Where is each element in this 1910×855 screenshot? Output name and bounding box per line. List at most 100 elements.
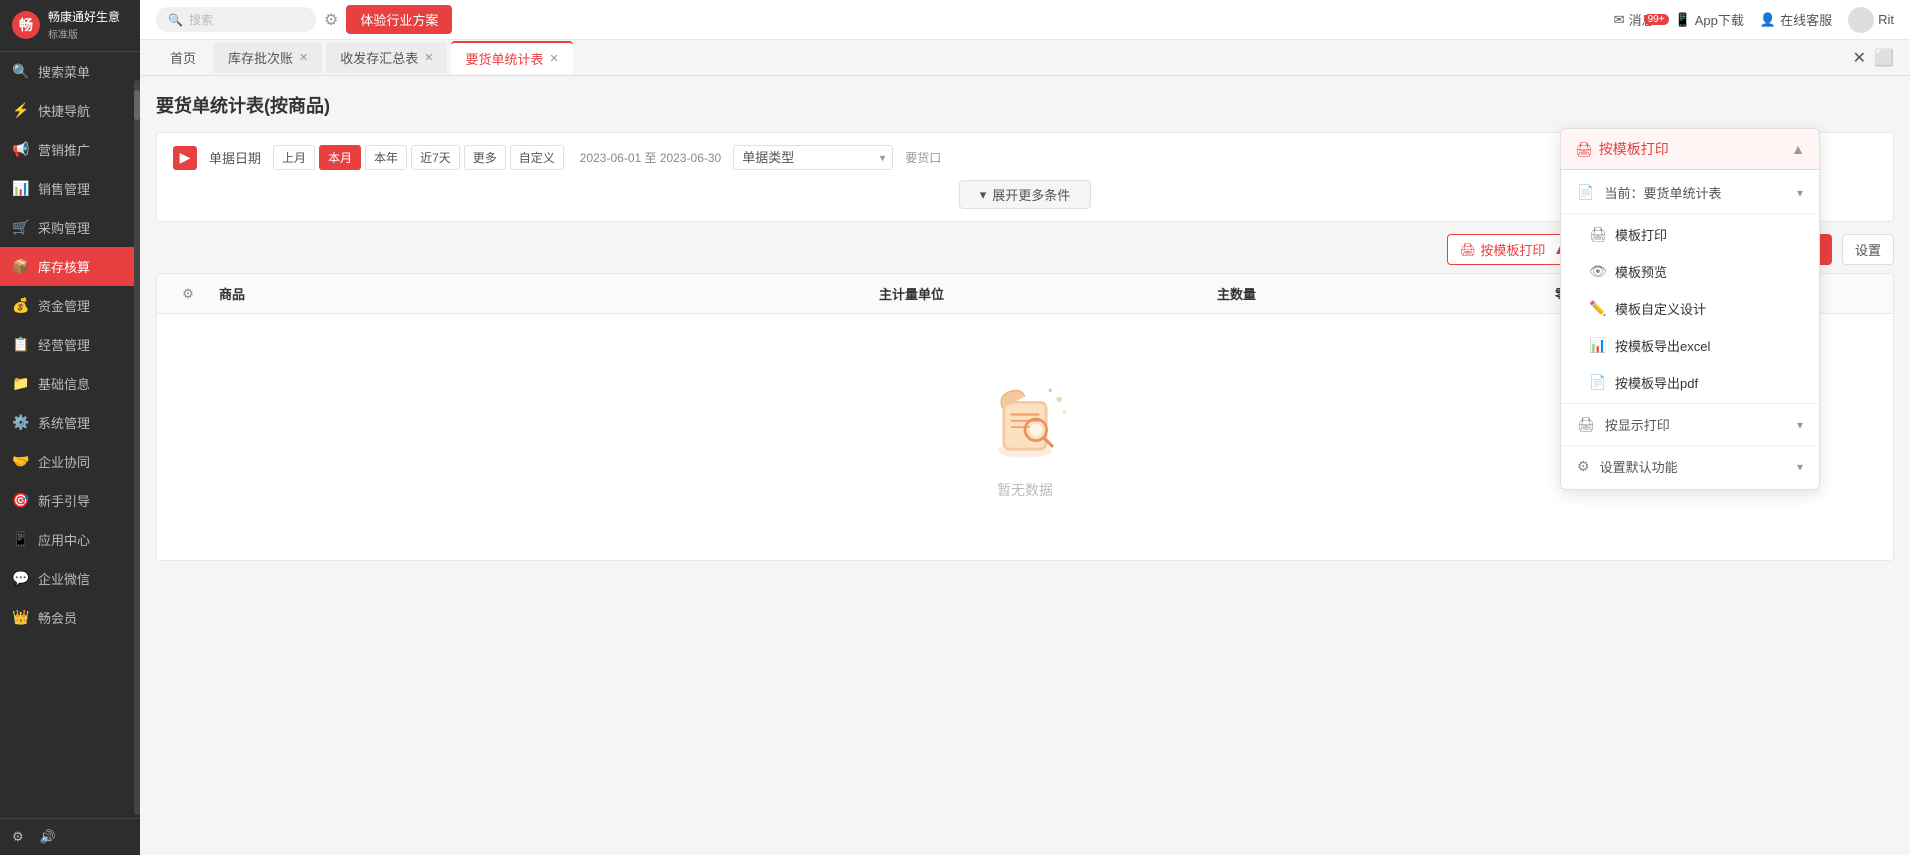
col-settings[interactable]: ⚙	[173, 286, 203, 302]
message-icon: ✉	[1614, 12, 1625, 28]
tab-inventory-batch-close[interactable]: ✕	[299, 51, 308, 64]
sidebar-item-search[interactable]: 🔍 搜索菜单	[0, 52, 140, 91]
tab-receipts-summary[interactable]: 收发存汇总表 ✕	[326, 42, 447, 73]
th-goods: 商品	[219, 284, 863, 303]
column-settings-icon[interactable]: ⚙	[182, 286, 194, 302]
sidebar-item-app-center[interactable]: 📱 应用中心	[0, 520, 140, 559]
sidebar-item-finance[interactable]: 💰 资金管理	[0, 286, 140, 325]
member-icon: 👑	[12, 609, 30, 626]
sales-icon: 📊	[12, 180, 30, 197]
sidebar-item-system[interactable]: ⚙️ 系统管理	[0, 403, 140, 442]
sidebar-item-marketing[interactable]: 📢 营销推广	[0, 130, 140, 169]
tab-order-stats[interactable]: 要货单统计表 ✕	[451, 41, 572, 74]
date-btn-last-month[interactable]: 上月	[273, 145, 315, 170]
logo-badge: 标准版	[48, 26, 120, 41]
doc-type-select[interactable]: 单据类型	[733, 145, 893, 170]
order-type-label: 要货口	[905, 149, 941, 166]
settings-bottom-icon[interactable]: ⚙	[12, 829, 24, 845]
empty-illustration	[980, 374, 1070, 464]
dropdown-close-btn[interactable]: ▲	[1791, 141, 1805, 157]
current-arrow: ▾	[1797, 186, 1803, 200]
th-qty: 主数量	[1217, 284, 1539, 303]
expand-more-btn[interactable]: ▾ 展开更多条件	[959, 180, 1092, 209]
default-func-label: 设置默认功能	[1600, 457, 1678, 476]
sidebar-item-quick-nav[interactable]: ⚡ 快捷导航	[0, 91, 140, 130]
display-print-label: 按显示打印	[1605, 415, 1670, 434]
sidebar-bottom: ⚙ 🔊	[0, 818, 140, 855]
main-area: 🔍 搜索 ⚙ 体验行业方案 ✉ 消息 99+ 📱 App下载 👤 在线客服	[140, 0, 1910, 855]
online-service-label: 在线客服	[1780, 10, 1832, 29]
print-dropdown: 🖨 按模板打印 ▲ 📄 当前：要货单统计表 ▾ 🖨 模板打印	[1560, 128, 1820, 490]
divider-1	[1561, 213, 1819, 214]
avatar	[1848, 7, 1874, 33]
dropdown-item-default-func[interactable]: ⚙ 设置默认功能 ▾	[1561, 448, 1819, 485]
dropdown-title-text: 按模板打印	[1599, 139, 1669, 159]
username-label: Rit	[1878, 12, 1894, 27]
export-excel-icon: 📊	[1589, 337, 1605, 354]
sidebar-label-member: 畅会员	[38, 608, 77, 627]
dropdown-item-export-excel[interactable]: 📊 按模板导出excel	[1561, 327, 1819, 364]
message-btn[interactable]: ✉ 消息 99+	[1614, 10, 1659, 29]
online-service-btn[interactable]: 👤 在线客服	[1760, 10, 1832, 29]
date-btn-this-year[interactable]: 本年	[365, 145, 407, 170]
topbar-gear-icon[interactable]: ⚙	[324, 10, 338, 30]
tab-home[interactable]: 首页	[156, 42, 210, 73]
dropdown-item-template-print[interactable]: 🖨 模板打印	[1561, 216, 1819, 253]
sidebar-item-sales[interactable]: 📊 销售管理	[0, 169, 140, 208]
sidebar-item-operation[interactable]: 📋 经营管理	[0, 325, 140, 364]
sidebar-item-basic[interactable]: 📁 基础信息	[0, 364, 140, 403]
sidebar-item-enterprise[interactable]: 🤝 企业协同	[0, 442, 140, 481]
template-preview-label: 模板预览	[1615, 262, 1667, 281]
user-avatar-btn[interactable]: Rit	[1848, 7, 1894, 33]
sidebar-label-system: 系统管理	[38, 413, 90, 432]
tab-close-all-icon[interactable]: ✕	[1853, 48, 1866, 68]
template-custom-icon: ✏️	[1589, 300, 1605, 317]
sidebar-label-guide: 新手引导	[38, 491, 90, 510]
sidebar-item-member[interactable]: 👑 畅会员	[0, 598, 140, 637]
tab-receipts-summary-label: 收发存汇总表	[340, 48, 418, 67]
filter-expand-left-btn[interactable]: ▶	[173, 146, 197, 170]
th-unit: 主计量单位	[879, 284, 1201, 303]
date-btn-more[interactable]: 更多	[464, 145, 506, 170]
sidebar-label-search: 搜索菜单	[38, 62, 90, 81]
sidebar-item-purchase[interactable]: 🛒 采购管理	[0, 208, 140, 247]
divider-3	[1561, 445, 1819, 446]
dropdown-item-export-pdf[interactable]: 📄 按模板导出pdf	[1561, 364, 1819, 401]
sidebar-label-wechat: 企业微信	[38, 569, 90, 588]
dropdown-print-icon: 🖨	[1575, 141, 1593, 158]
dropdown-item-current[interactable]: 📄 当前：要货单统计表 ▾	[1561, 174, 1819, 211]
quick-nav-icon: ⚡	[12, 102, 30, 119]
sidebar-label-basic: 基础信息	[38, 374, 90, 393]
page-content: 要货单统计表(按商品) ▶ 单据日期 上月 本月 本年 近7天 更多 自定义 2…	[140, 76, 1910, 855]
app-logo: 畅 畅康通好生意 标准版	[0, 0, 140, 52]
app-download-btn[interactable]: 📱 App下载	[1675, 10, 1744, 29]
current-label: 当前：要货单统计表	[1604, 183, 1721, 202]
sound-icon[interactable]: 🔊	[40, 829, 56, 845]
tab-receipts-summary-close[interactable]: ✕	[424, 51, 433, 64]
enterprise-icon: 🤝	[12, 453, 30, 470]
empty-text: 暂无数据	[997, 480, 1053, 500]
settings-btn[interactable]: 设置	[1842, 234, 1894, 265]
message-badge: 99+	[1644, 14, 1669, 25]
date-btn-custom[interactable]: 自定义	[510, 145, 564, 170]
search-box[interactable]: 🔍 搜索	[156, 7, 316, 32]
dropdown-item-template-custom[interactable]: ✏️ 模板自定义设计	[1561, 290, 1819, 327]
current-icon: 📄	[1577, 184, 1594, 201]
date-btn-this-month[interactable]: 本月	[319, 145, 361, 170]
default-func-arrow: ▾	[1797, 460, 1803, 474]
date-btn-7days[interactable]: 近7天	[411, 145, 460, 170]
tab-inventory-batch[interactable]: 库存批次账 ✕	[214, 42, 322, 73]
dropdown-item-display-print[interactable]: 🖨 按显示打印 ▾	[1561, 406, 1819, 443]
tab-maximize-icon[interactable]: ⬜	[1874, 48, 1894, 68]
sidebar-item-inventory[interactable]: 📦 库存核算	[0, 247, 140, 286]
sidebar-item-guide[interactable]: 🎯 新手引导	[0, 481, 140, 520]
doc-type-select-wrap: 单据类型	[733, 145, 893, 170]
dropdown-item-template-preview[interactable]: 👁 模板预览	[1561, 253, 1819, 290]
template-custom-label: 模板自定义设计	[1615, 299, 1706, 318]
industry-btn[interactable]: 体验行业方案	[346, 5, 452, 34]
sidebar-item-wechat[interactable]: 💬 企业微信	[0, 559, 140, 598]
search-icon: 🔍	[168, 13, 183, 27]
export-pdf-label: 按模板导出pdf	[1615, 373, 1698, 392]
tab-order-stats-close[interactable]: ✕	[550, 52, 559, 65]
display-print-arrow: ▾	[1797, 418, 1803, 432]
